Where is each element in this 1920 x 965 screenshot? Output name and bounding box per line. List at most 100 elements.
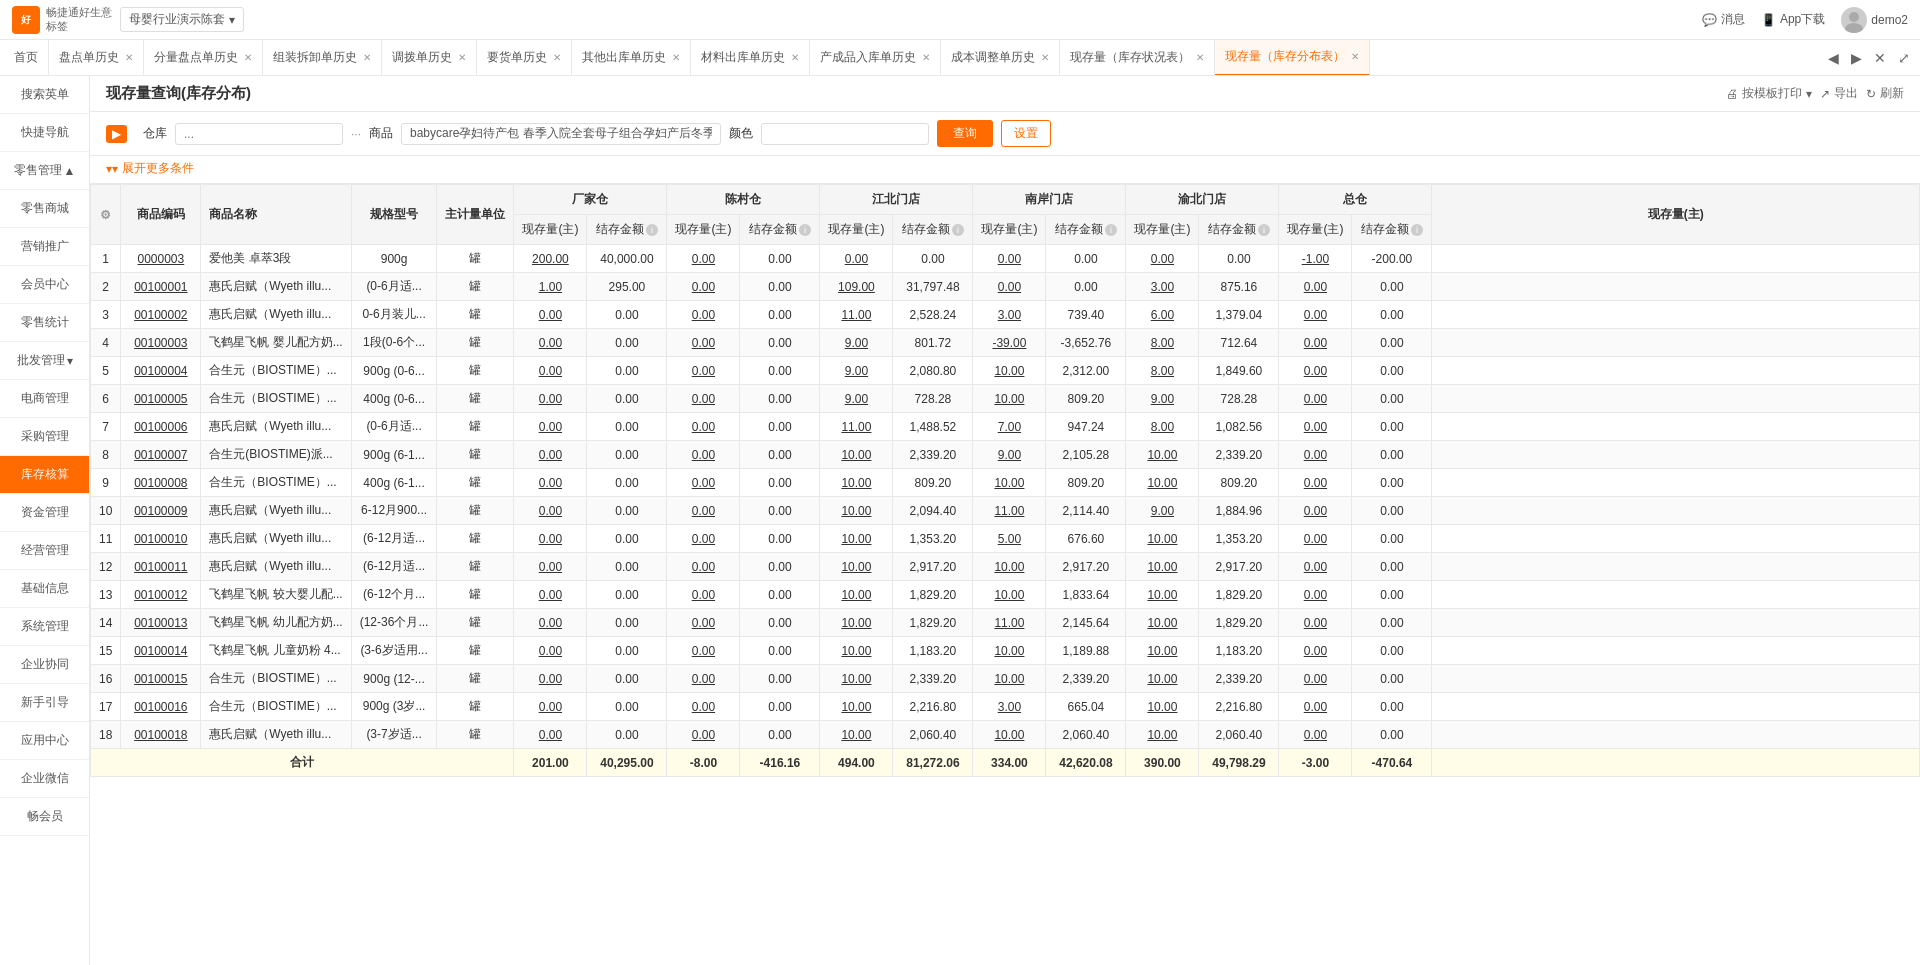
sidebar-item-finance[interactable]: 资金管理 xyxy=(0,494,89,532)
cell-chenlu-stock[interactable]: 0.00 xyxy=(667,441,740,469)
cell-yubei-stock[interactable]: 6.00 xyxy=(1126,301,1199,329)
cell-total-stock[interactable]: 0.00 xyxy=(1279,497,1352,525)
cell-yubei-stock[interactable]: 10.00 xyxy=(1126,525,1199,553)
sidebar-item-new-guide[interactable]: 新手引导 xyxy=(0,684,89,722)
cell-nanan-stock[interactable]: 5.00 xyxy=(973,525,1046,553)
cell-jiangbei-stock[interactable]: 10.00 xyxy=(820,721,893,749)
tab-fullscreen-btn[interactable]: ⤢ xyxy=(1892,40,1916,76)
tab-close-icon[interactable]: ✕ xyxy=(791,52,799,63)
cell-factory-stock[interactable]: 0.00 xyxy=(514,637,587,665)
cell-factory-stock[interactable]: 0.00 xyxy=(514,329,587,357)
cell-chenlu-stock[interactable]: 0.00 xyxy=(667,609,740,637)
tab-close-icon[interactable]: ✕ xyxy=(672,52,680,63)
cell-factory-stock[interactable]: 0.00 xyxy=(514,385,587,413)
setting-button[interactable]: 设置 xyxy=(1001,120,1051,147)
cell-yubei-stock[interactable]: 8.00 xyxy=(1126,413,1199,441)
refresh-btn[interactable]: ↻ 刷新 xyxy=(1866,85,1904,102)
cell-nanan-stock[interactable]: 10.00 xyxy=(973,357,1046,385)
cell-total-stock[interactable]: 0.00 xyxy=(1279,693,1352,721)
cell-chenlu-stock[interactable]: 0.00 xyxy=(667,469,740,497)
cell-total-stock[interactable]: 0.00 xyxy=(1279,273,1352,301)
message-btn[interactable]: 💬 消息 xyxy=(1702,11,1745,28)
cell-nanan-stock[interactable]: -39.00 xyxy=(973,329,1046,357)
sidebar-item-base-info[interactable]: 基础信息 xyxy=(0,570,89,608)
cell-jiangbei-stock[interactable]: 9.00 xyxy=(820,357,893,385)
cell-yubei-stock[interactable]: 10.00 xyxy=(1126,721,1199,749)
cell-nanan-stock[interactable]: 0.00 xyxy=(973,245,1046,273)
cell-total-stock[interactable]: 0.00 xyxy=(1279,553,1352,581)
cell-chenlu-stock[interactable]: 0.00 xyxy=(667,385,740,413)
cell-yubei-stock[interactable]: 9.00 xyxy=(1126,497,1199,525)
cell-chenlu-stock[interactable]: 0.00 xyxy=(667,301,740,329)
tab-assembly[interactable]: 组装拆卸单历史 ✕ xyxy=(263,40,382,76)
cell-factory-stock[interactable]: 1.00 xyxy=(514,273,587,301)
cell-total-stock[interactable]: 0.00 xyxy=(1279,413,1352,441)
sidebar-item-system[interactable]: 系统管理 xyxy=(0,608,89,646)
cell-jiangbei-stock[interactable]: 9.00 xyxy=(820,329,893,357)
sidebar-item-retail-mgmt[interactable]: 零售管理 ▲ xyxy=(0,152,89,190)
cell-nanan-stock[interactable]: 3.00 xyxy=(973,693,1046,721)
tab-inventory-single[interactable]: 盘点单历史 ✕ xyxy=(49,40,144,76)
tab-close-icon[interactable]: ✕ xyxy=(458,52,466,63)
cell-factory-stock[interactable]: 0.00 xyxy=(514,693,587,721)
cell-chenlu-stock[interactable]: 0.00 xyxy=(667,553,740,581)
cell-jiangbei-stock[interactable]: 0.00 xyxy=(820,245,893,273)
cell-total-stock[interactable]: 0.00 xyxy=(1279,637,1352,665)
sidebar-item-member[interactable]: 会员中心 xyxy=(0,266,89,304)
cell-nanan-stock[interactable]: 11.00 xyxy=(973,609,1046,637)
cell-factory-stock[interactable]: 0.00 xyxy=(514,413,587,441)
cell-factory-stock[interactable]: 0.00 xyxy=(514,301,587,329)
cell-factory-stock[interactable]: 0.00 xyxy=(514,525,587,553)
tab-other-out[interactable]: 其他出库单历史 ✕ xyxy=(572,40,691,76)
sidebar-item-purchase[interactable]: 采购管理 xyxy=(0,418,89,456)
cell-total-stock[interactable]: 0.00 xyxy=(1279,721,1352,749)
cell-chenlu-stock[interactable]: 0.00 xyxy=(667,329,740,357)
tab-close-icon[interactable]: ✕ xyxy=(125,52,133,63)
sidebar-item-app-center[interactable]: 应用中心 xyxy=(0,722,89,760)
query-button[interactable]: 查询 xyxy=(937,120,993,147)
tab-close-icon[interactable]: ✕ xyxy=(1041,52,1049,63)
sidebar-item-retail-shop[interactable]: 零售商城 xyxy=(0,190,89,228)
cell-factory-stock[interactable]: 0.00 xyxy=(514,609,587,637)
cell-chenlu-stock[interactable]: 0.00 xyxy=(667,357,740,385)
cell-yubei-stock[interactable]: 10.00 xyxy=(1126,469,1199,497)
cell-chenlu-stock[interactable]: 0.00 xyxy=(667,525,740,553)
tab-close-icon[interactable]: ✕ xyxy=(1351,51,1359,62)
cell-chenlu-stock[interactable]: 0.00 xyxy=(667,245,740,273)
tab-close-icon[interactable]: ✕ xyxy=(1196,52,1204,63)
cell-yubei-stock[interactable]: 10.00 xyxy=(1126,665,1199,693)
cell-jiangbei-stock[interactable]: 10.00 xyxy=(820,441,893,469)
sidebar-item-inventory[interactable]: 库存核算 xyxy=(0,456,89,494)
tab-requisition[interactable]: 要货单历史 ✕ xyxy=(477,40,572,76)
cell-jiangbei-stock[interactable]: 10.00 xyxy=(820,525,893,553)
cell-factory-stock[interactable]: 0.00 xyxy=(514,357,587,385)
cell-total-stock[interactable]: 0.00 xyxy=(1279,609,1352,637)
cell-jiangbei-stock[interactable]: 11.00 xyxy=(820,301,893,329)
cell-total-stock[interactable]: 0.00 xyxy=(1279,581,1352,609)
cell-total-stock[interactable]: 0.00 xyxy=(1279,525,1352,553)
cell-yubei-stock[interactable]: 3.00 xyxy=(1126,273,1199,301)
cell-factory-stock[interactable]: 0.00 xyxy=(514,665,587,693)
cell-nanan-stock[interactable]: 3.00 xyxy=(973,301,1046,329)
cell-nanan-stock[interactable]: 10.00 xyxy=(973,553,1046,581)
cell-factory-stock[interactable]: 0.00 xyxy=(514,581,587,609)
cell-nanan-stock[interactable]: 9.00 xyxy=(973,441,1046,469)
cell-nanan-stock[interactable]: 0.00 xyxy=(973,273,1046,301)
cell-nanan-stock[interactable]: 11.00 xyxy=(973,497,1046,525)
cell-factory-stock[interactable]: 0.00 xyxy=(514,721,587,749)
cell-nanan-stock[interactable]: 10.00 xyxy=(973,637,1046,665)
cell-jiangbei-stock[interactable]: 9.00 xyxy=(820,385,893,413)
cell-jiangbei-stock[interactable]: 10.00 xyxy=(820,637,893,665)
cell-yubei-stock[interactable]: 9.00 xyxy=(1126,385,1199,413)
cell-total-stock[interactable]: 0.00 xyxy=(1279,665,1352,693)
cell-chenlu-stock[interactable]: 0.00 xyxy=(667,693,740,721)
cell-total-stock[interactable]: 0.00 xyxy=(1279,385,1352,413)
cell-chenlu-stock[interactable]: 0.00 xyxy=(667,273,740,301)
app-download-btn[interactable]: 📱 App下载 xyxy=(1761,11,1825,28)
tab-close-icon[interactable]: ✕ xyxy=(363,52,371,63)
cell-yubei-stock[interactable]: 10.00 xyxy=(1126,637,1199,665)
tab-product-in[interactable]: 产成品入库单历史 ✕ xyxy=(810,40,941,76)
cell-yubei-stock[interactable]: 10.00 xyxy=(1126,609,1199,637)
sidebar-item-quick-nav[interactable]: 快捷导航 xyxy=(0,114,89,152)
sidebar-item-wholesale[interactable]: 批发管理 ▾ xyxy=(0,342,89,380)
